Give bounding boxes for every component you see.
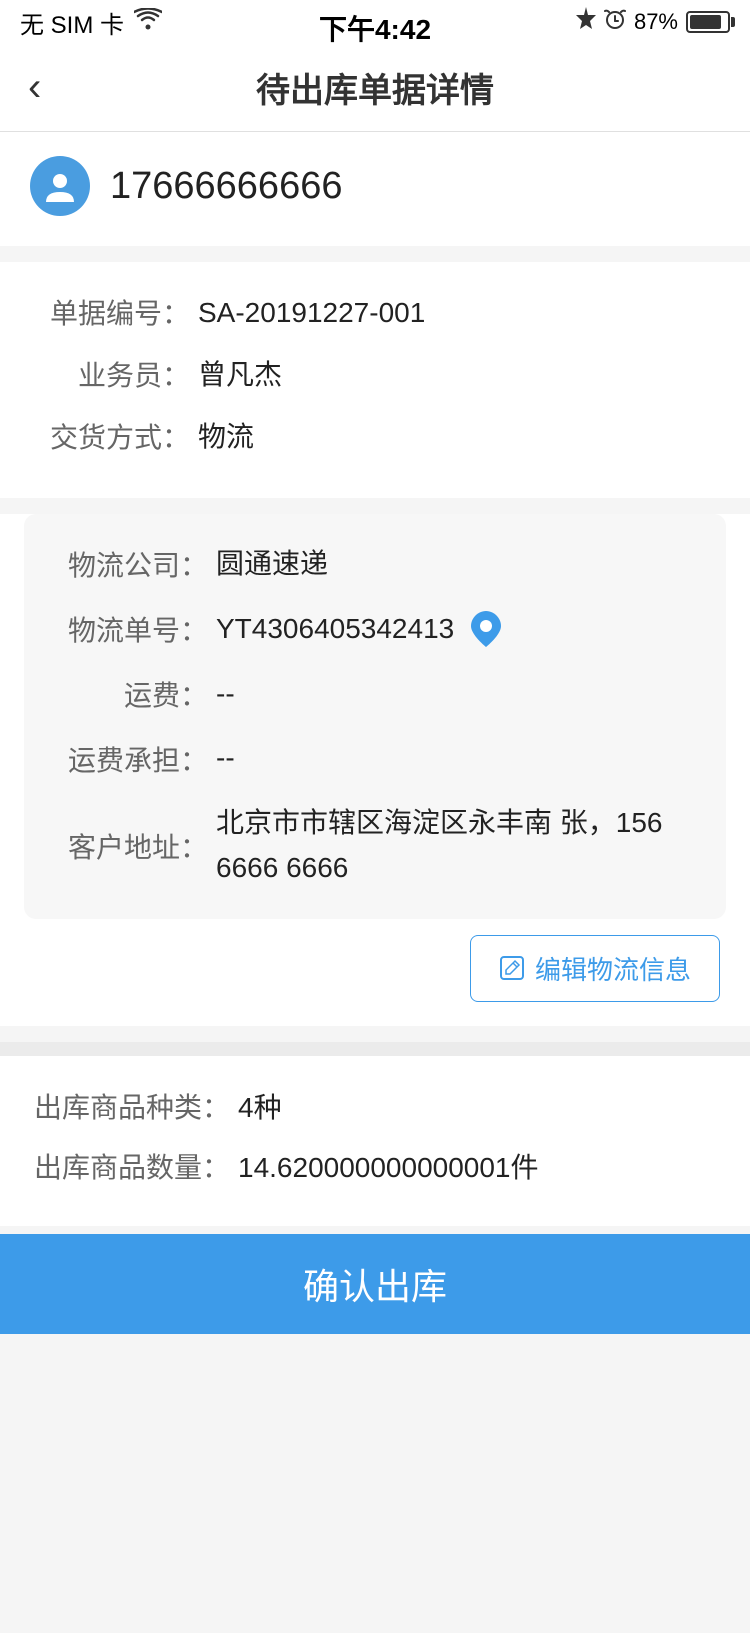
map-pin-icon[interactable]: [468, 611, 504, 647]
wifi-icon: [134, 8, 162, 37]
address-row: 客户地址： 北京市市辖区海淀区永丰南 张，156 6666 6666: [48, 801, 702, 891]
dashed-divider: [0, 240, 750, 246]
location-status-icon: [576, 7, 596, 37]
status-time: 下午4:42: [319, 8, 431, 48]
edit-logistics-row: 编辑物流信息: [0, 935, 750, 1026]
logistics-section: 物流公司： 圆通速递 物流单号： YT43064053424​13 运费：: [0, 514, 750, 1026]
bottom-spacer: [0, 1333, 750, 1533]
goods-section: 出库商品种类： 4种 出库商品数量： 14.620000000000001件: [0, 1056, 750, 1226]
tracking-label: 物流单号：: [48, 609, 208, 649]
tracking-row: 物流单号： YT43064053424​13: [48, 607, 702, 652]
logistics-company-label: 物流公司：: [48, 544, 208, 584]
nav-bar: ‹ 待出库单据详情: [0, 44, 750, 132]
logistics-card: 物流公司： 圆通速递 物流单号： YT43064053424​13 运费：: [24, 514, 726, 919]
address-value: 北京市市辖区海淀区永丰南 张，156 6666 6666: [216, 801, 702, 891]
document-number-value: SA-20191227-001: [198, 292, 720, 334]
goods-types-value: 4种: [238, 1086, 282, 1126]
status-bar: 无 SIM 卡 下午4:42: [0, 0, 750, 44]
goods-quantity-value: 14.620000000000001件: [238, 1146, 539, 1186]
battery-icon: [686, 11, 730, 33]
delivery-method-row: 交货方式： 物流: [30, 416, 720, 458]
phone-number: 17666666666: [110, 165, 342, 208]
agent-label: 业务员：: [30, 354, 190, 394]
back-button[interactable]: ‹: [28, 65, 41, 110]
freight-value: --: [216, 672, 702, 717]
confirm-button[interactable]: 确认出库: [0, 1234, 750, 1334]
logistics-company-row: 物流公司： 圆通速递: [48, 542, 702, 587]
agent-row: 业务员： 曾凡杰: [30, 354, 720, 396]
freight-bearer-row: 运费承担： --: [48, 736, 702, 781]
carrier-text: 无 SIM 卡: [20, 5, 124, 40]
avatar: [30, 156, 90, 216]
agent-value: 曾凡杰: [198, 354, 720, 396]
edit-logistics-button[interactable]: 编辑物流信息: [470, 935, 720, 1002]
document-number-row: 单据编号： SA-20191227-001: [30, 292, 720, 334]
document-number-label: 单据编号：: [30, 292, 190, 332]
battery-percent: 87%: [634, 9, 678, 35]
freight-bearer-label: 运费承担：: [48, 739, 208, 779]
page-title: 待出库单据详情: [256, 63, 494, 112]
phone-header: 17666666666: [0, 132, 750, 240]
tracking-number: YT43064053424​13: [216, 607, 454, 652]
goods-types-label: 出库商品种类：: [30, 1086, 230, 1126]
alarm-icon: [604, 8, 626, 36]
freight-label: 运费：: [48, 674, 208, 714]
basic-info-section: 单据编号： SA-20191227-001 业务员： 曾凡杰 交货方式： 物流: [0, 262, 750, 498]
goods-quantity-label: 出库商品数量：: [30, 1146, 230, 1186]
status-right: 87%: [576, 7, 730, 37]
status-carrier: 无 SIM 卡: [20, 5, 162, 40]
edit-logistics-label: 编辑物流信息: [535, 950, 691, 987]
address-label: 客户地址：: [48, 826, 208, 866]
goods-types-row: 出库商品种类： 4种: [30, 1086, 720, 1126]
confirm-label: 确认出库: [303, 1258, 447, 1310]
goods-quantity-row: 出库商品数量： 14.620000000000001件: [30, 1146, 720, 1186]
logistics-company-value: 圆通速递: [216, 542, 702, 587]
freight-bearer-value: --: [216, 736, 702, 781]
section-divider: [0, 1042, 750, 1056]
delivery-method-value: 物流: [198, 416, 720, 458]
delivery-method-label: 交货方式：: [30, 416, 190, 456]
freight-row: 运费： --: [48, 672, 702, 717]
